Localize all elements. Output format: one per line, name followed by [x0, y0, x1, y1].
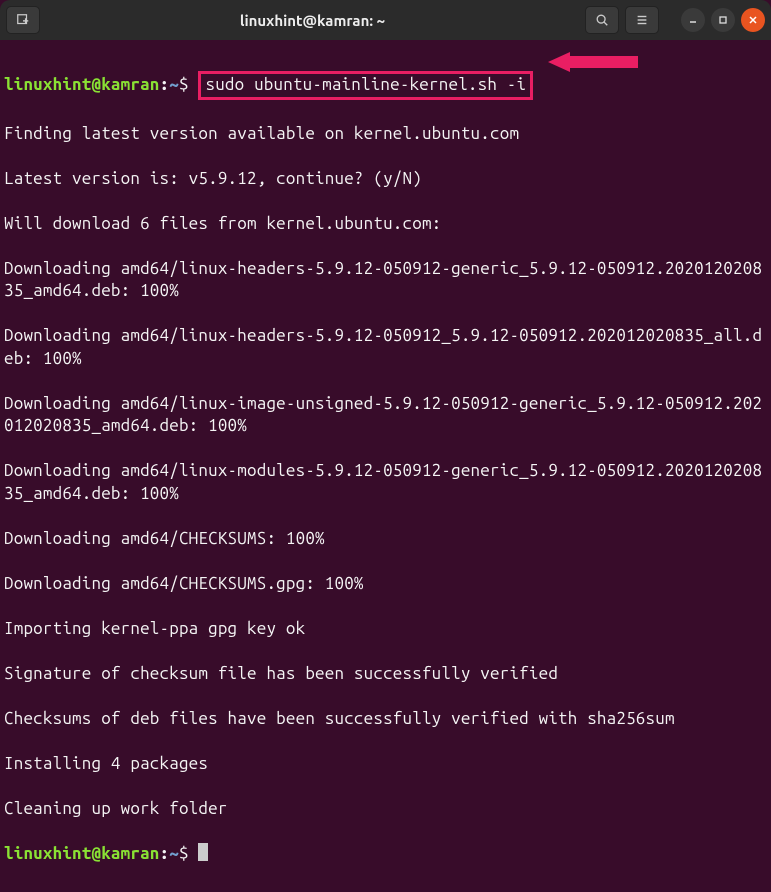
minimize-icon — [688, 15, 698, 25]
output-line: Importing kernel-ppa gpg key ok — [4, 618, 767, 641]
cursor — [198, 843, 208, 861]
prompt-line-2: linuxhint@kamran:~$ — [4, 843, 767, 866]
close-icon — [748, 15, 758, 25]
arrow-tail — [570, 56, 638, 68]
output-line: Installing 4 packages — [4, 753, 767, 776]
prompt-line-1: linuxhint@kamran:~$ sudo ubuntu-mainline… — [4, 71, 767, 101]
output-line: Downloading amd64/CHECKSUMS.gpg: 100% — [4, 573, 767, 596]
minimize-button[interactable] — [681, 8, 705, 32]
prompt-user: linuxhint@kamran — [4, 844, 160, 863]
output-line: Downloading amd64/linux-headers-5.9.12-0… — [4, 325, 767, 370]
prompt-path: ~ — [169, 844, 179, 863]
output-line: Will download 6 files from kernel.ubuntu… — [4, 213, 767, 236]
maximize-icon — [718, 15, 728, 25]
output-line: Downloading amd64/CHECKSUMS: 100% — [4, 528, 767, 551]
search-button[interactable] — [585, 6, 619, 34]
output-line: Downloading amd64/linux-image-unsigned-5… — [4, 393, 767, 438]
output-line: Downloading amd64/linux-modules-5.9.12-0… — [4, 460, 767, 505]
output-line: Signature of checksum file has been succ… — [4, 663, 767, 686]
search-icon — [595, 13, 609, 27]
new-tab-button[interactable] — [6, 6, 40, 34]
prompt-user: linuxhint@kamran — [4, 75, 160, 94]
arrow-left-icon — [548, 52, 570, 72]
command-highlighted: sudo ubuntu-mainline-kernel.sh -i — [198, 71, 533, 101]
hamburger-icon — [635, 13, 649, 27]
close-button[interactable] — [741, 8, 765, 32]
new-tab-icon — [16, 13, 30, 27]
output-line: Finding latest version available on kern… — [4, 123, 767, 146]
maximize-button[interactable] — [711, 8, 735, 32]
prompt-sep: : — [160, 844, 170, 863]
output-line: Cleaning up work folder — [4, 798, 767, 821]
window-title: linuxhint@kamran: ~ — [46, 12, 579, 29]
output-line: Downloading amd64/linux-headers-5.9.12-0… — [4, 258, 767, 303]
output-line: Latest version is: v5.9.12, continue? (y… — [4, 168, 767, 191]
prompt-dollar: $ — [179, 844, 189, 863]
prompt-dollar: $ — [179, 75, 189, 94]
prompt-path: ~ — [169, 75, 179, 94]
prompt-sep: : — [160, 75, 170, 94]
annotation-arrow — [548, 52, 638, 72]
terminal-area[interactable]: linuxhint@kamran:~$ sudo ubuntu-mainline… — [0, 40, 771, 892]
menu-button[interactable] — [625, 6, 659, 34]
titlebar: linuxhint@kamran: ~ — [0, 0, 771, 40]
output-line: Checksums of deb files have been success… — [4, 708, 767, 731]
